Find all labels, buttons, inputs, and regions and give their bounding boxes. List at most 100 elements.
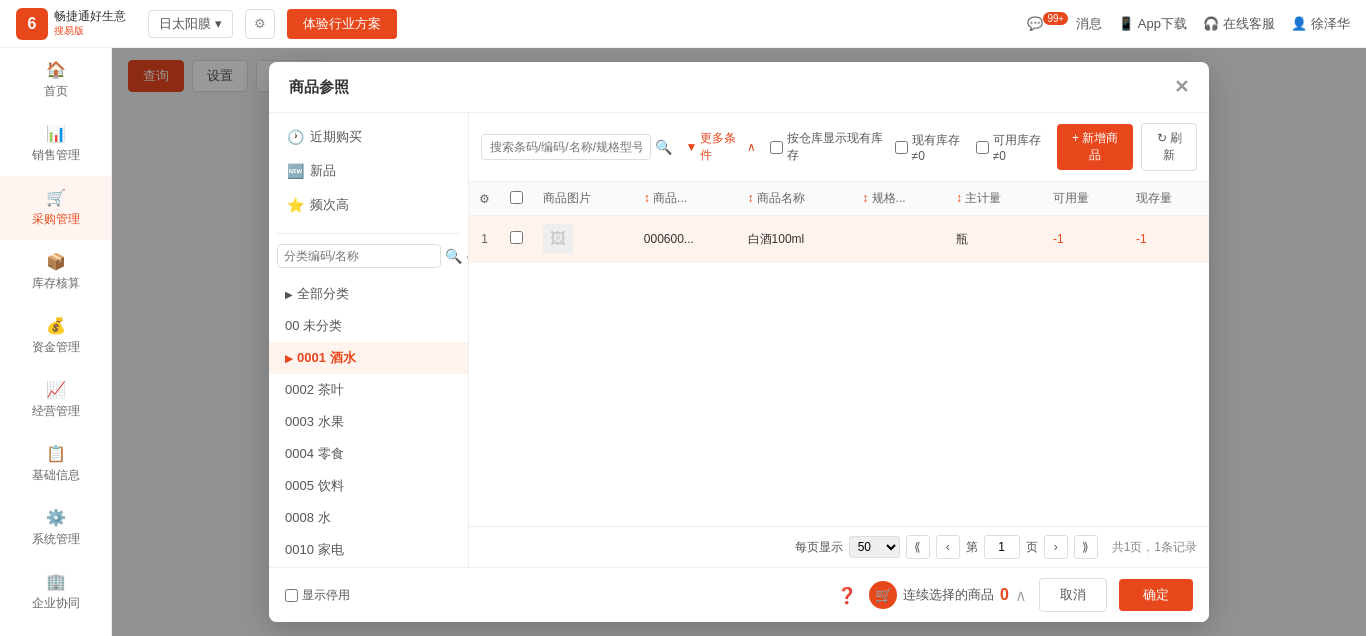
modal: 商品参照 ✕ 🕐 近期购买 🆕 — [269, 62, 1209, 622]
app-download-item[interactable]: 📱 App下载 — [1118, 15, 1187, 33]
table-row[interactable]: 1 🖼 — [469, 216, 1209, 263]
row-image: 🖼 — [533, 216, 634, 263]
avatar-icon: 👤 — [1291, 16, 1307, 31]
category-list: ▶ 全部分类 00 未分类 ▶ 0001 酒水 0002 茶 — [269, 274, 468, 567]
settings-icon[interactable]: ⚙ — [245, 9, 275, 39]
category-item-all[interactable]: ▶ 全部分类 — [269, 278, 468, 310]
confirm-button[interactable]: 确定 — [1119, 579, 1193, 611]
category-item-0[interactable]: 00 未分类 — [269, 310, 468, 342]
left-panel: 🕐 近期购买 🆕 新品 ⭐ 频次高 — [269, 113, 469, 567]
page-number-input[interactable] — [984, 535, 1020, 559]
cancel-button[interactable]: 取消 — [1039, 578, 1107, 612]
sort-icon-code: ↕ — [644, 191, 650, 205]
checkbox-warehouse[interactable]: 按仓库显示现有库存 — [770, 130, 887, 164]
row-checkbox-cell[interactable] — [500, 216, 533, 263]
modal-close-button[interactable]: ✕ — [1174, 76, 1189, 98]
enterprise-icon: 🏢 — [46, 572, 66, 591]
cart-icon: 🛒 — [869, 581, 897, 609]
tab-new-products[interactable]: 🆕 新品 — [277, 155, 460, 187]
sort-icon-name: ↕ — [748, 191, 754, 205]
logo-area: 6 畅捷通好生意 搜易版 — [16, 8, 136, 40]
row-name: 白酒100ml — [738, 216, 853, 263]
pagination: 每页显示 50 10 20 100 ⟪ ‹ 第 页 — [469, 526, 1209, 567]
top-nav: 6 畅捷通好生意 搜易版 日太阳膜 ▾ ⚙ 体验行业方案 💬 99+ 消息 📱 … — [0, 0, 1366, 48]
basic-icon: 📋 — [46, 444, 66, 463]
sidebar-item-finance[interactable]: 💰 资金管理 — [0, 304, 111, 368]
support-item[interactable]: 🎧 在线客服 — [1203, 15, 1275, 33]
col-code[interactable]: ↕ 商品... — [634, 182, 738, 216]
row-code: 000600... — [634, 216, 738, 263]
col-unit[interactable]: ↕ 主计量 — [946, 182, 1043, 216]
nav-right: 💬 99+ 消息 📱 App下载 🎧 在线客服 👤 徐泽华 — [1027, 15, 1350, 33]
sidebar-item-business[interactable]: 📈 经营管理 — [0, 368, 111, 432]
sidebar-item-inventory[interactable]: 📦 库存核算 — [0, 240, 111, 304]
add-product-button[interactable]: + 新增商品 — [1057, 124, 1133, 170]
page-info: 共1页，1条记录 — [1112, 539, 1197, 556]
row-unit: 瓶 — [946, 216, 1043, 263]
chevron-down-icon: ▾ — [215, 16, 222, 31]
category-item-2[interactable]: 0002 茶叶 — [269, 374, 468, 406]
product-search-icon[interactable]: 🔍 — [655, 139, 672, 155]
sidebar-item-enterprise[interactable]: 🏢 企业协同 — [0, 560, 111, 624]
first-page-button[interactable]: ⟪ — [906, 535, 930, 559]
select-all-checkbox[interactable] — [510, 191, 523, 204]
divider — [277, 233, 460, 234]
product-search-input[interactable] — [481, 134, 651, 160]
home-icon: 🏠 — [46, 60, 66, 79]
last-page-button[interactable]: ⟫ — [1074, 535, 1098, 559]
message-badge: 99+ — [1047, 16, 1071, 31]
category-search-input[interactable] — [277, 244, 441, 268]
category-item-3[interactable]: 0003 水果 — [269, 406, 468, 438]
user-item[interactable]: 👤 徐泽华 — [1291, 15, 1350, 33]
category-search-icon[interactable]: 🔍 — [445, 248, 462, 264]
category-item-6[interactable]: 0008 水 — [269, 502, 468, 534]
sidebar-item-guide[interactable]: 🎯 新手引导 — [0, 624, 111, 636]
next-page-button[interactable]: › — [1044, 535, 1068, 559]
app-body: 🏠 首页 📊 销售管理 🛒 采购管理 📦 库存核算 💰 资金管理 📈 经营管理 … — [0, 48, 1366, 636]
col-available: 可用量 — [1043, 182, 1126, 216]
tab-recent-purchase[interactable]: 🕐 近期购买 — [277, 121, 460, 153]
filter-button[interactable]: ▼ 更多条件 ∧ — [680, 126, 762, 168]
sidebar-item-system[interactable]: ⚙️ 系统管理 — [0, 496, 111, 560]
table-toolbar: 🔍 ▼ 更多条件 ∧ 按仓库显示现有库存 — [469, 113, 1209, 182]
row-checkbox[interactable] — [510, 231, 523, 244]
refresh-button[interactable]: ↻ 刷新 — [1141, 123, 1197, 171]
trial-button[interactable]: 体验行业方案 — [287, 9, 397, 39]
tab-frequent[interactable]: ⭐ 频次高 — [277, 189, 460, 221]
category-item-7[interactable]: 0010 家电 — [269, 534, 468, 566]
message-nav-item[interactable]: 💬 99+ 消息 — [1027, 15, 1101, 33]
sidebar: 🏠 首页 📊 销售管理 🛒 采购管理 📦 库存核算 💰 资金管理 📈 经营管理 … — [0, 48, 112, 636]
logo-icon: 6 — [16, 8, 48, 40]
inventory-icon: 📦 — [46, 252, 66, 271]
sales-icon: 📊 — [46, 124, 66, 143]
row-available: -1 — [1043, 216, 1126, 263]
sidebar-item-purchase[interactable]: 🛒 采购管理 — [0, 176, 111, 240]
col-checkbox — [500, 182, 533, 216]
category-item-5[interactable]: 0005 饮料 — [269, 470, 468, 502]
modal-overlay: 商品参照 ✕ 🕐 近期购买 🆕 — [112, 48, 1366, 636]
col-spec[interactable]: ↕ 规格... — [852, 182, 946, 216]
show-disabled-checkbox[interactable]: 显示停用 — [285, 587, 350, 604]
category-item-4[interactable]: 0004 零食 — [269, 438, 468, 470]
new-icon: 🆕 — [287, 163, 304, 179]
sidebar-item-basic[interactable]: 📋 基础信息 — [0, 432, 111, 496]
col-name[interactable]: ↕ 商品名称 — [738, 182, 853, 216]
sidebar-item-home[interactable]: 🏠 首页 — [0, 48, 111, 112]
prev-page-button[interactable]: ‹ — [936, 535, 960, 559]
category-item-1[interactable]: ▶ 0001 酒水 — [269, 342, 468, 374]
product-table-container: ⚙ 商品图片 ↕ 商品... — [469, 182, 1209, 526]
col-settings[interactable]: ⚙ — [469, 182, 500, 216]
help-icon[interactable]: ❓ — [837, 586, 857, 605]
page-size-select[interactable]: 50 10 20 100 — [849, 536, 900, 558]
cart-collapse-icon[interactable]: ∧ — [1015, 586, 1027, 605]
modal-body: 🕐 近期购买 🆕 新品 ⭐ 频次高 — [269, 113, 1209, 567]
arrow-icon: ▶ — [285, 289, 293, 300]
cart-area: 🛒 连续选择的商品 0 ∧ — [869, 581, 1027, 609]
checkbox-available-nonzero[interactable]: 可用库存≠0 — [976, 132, 1049, 163]
right-panel: 🔍 ▼ 更多条件 ∧ 按仓库显示现有库存 — [469, 113, 1209, 567]
sidebar-item-sales[interactable]: 📊 销售管理 — [0, 112, 111, 176]
nav-dropdown[interactable]: 日太阳膜 ▾ — [148, 10, 233, 38]
modal-footer: 显示停用 ❓ 🛒 连续选择的商品 0 ∧ 取消 确定 — [269, 567, 1209, 622]
col-image: 商品图片 — [533, 182, 634, 216]
checkbox-stock-nonzero[interactable]: 现有库存≠0 — [895, 132, 968, 163]
